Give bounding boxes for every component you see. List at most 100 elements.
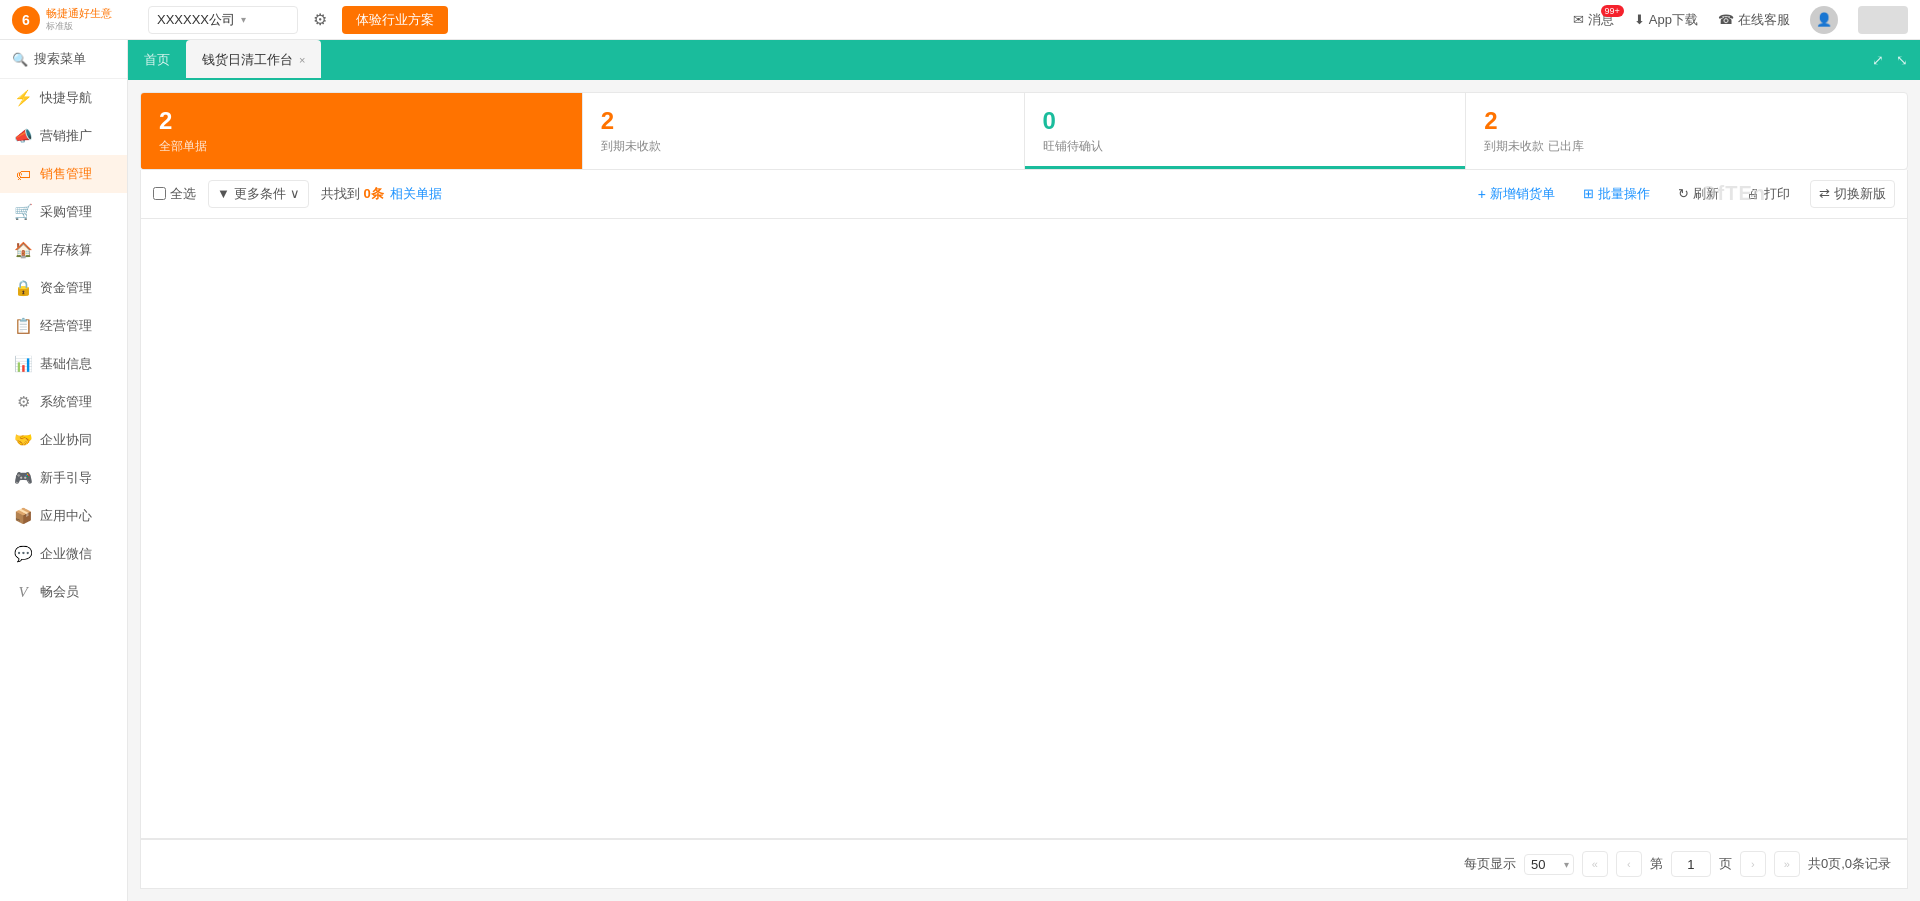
select-all-checkbox[interactable]: 全选 (153, 185, 196, 203)
page-input[interactable] (1671, 851, 1711, 877)
marketing-icon: 📣 (14, 127, 32, 145)
sidebar-item-system[interactable]: ⚙ 系统管理 (0, 383, 127, 421)
batch-icon: ⊞ (1583, 186, 1594, 201)
sidebar-item-label: 基础信息 (40, 355, 92, 373)
page-suffix: 页 (1719, 855, 1732, 873)
sidebar-item-label: 新手引导 (40, 469, 92, 487)
select-all-label: 全选 (170, 185, 196, 203)
settings-button[interactable]: ⚙ (306, 6, 334, 34)
add-sale-button[interactable]: + 新增销货单 (1470, 181, 1563, 207)
tab-home[interactable]: 首页 (128, 40, 186, 80)
inventory-icon: 🏠 (14, 241, 32, 259)
chevron-icon: ∨ (290, 186, 300, 201)
print-button[interactable]: 🖨 打印 (1739, 181, 1798, 207)
print-label: 打印 (1764, 185, 1790, 203)
sidebar-search[interactable]: 🔍 搜索菜单 (0, 40, 127, 79)
sidebar-item-weixin[interactable]: 💬 企业微信 (0, 535, 127, 573)
switch-icon: ⇄ (1819, 186, 1830, 201)
stat-card-all[interactable]: 2 全部单据 (141, 93, 583, 169)
sidebar-item-inventory[interactable]: 🏠 库存核算 (0, 231, 127, 269)
tab-home-label: 首页 (144, 51, 170, 69)
sidebar-item-quick-nav[interactable]: ⚡ 快捷导航 (0, 79, 127, 117)
refresh-button[interactable]: ↻ 刷新 (1670, 181, 1727, 207)
avatar[interactable]: 👤 (1810, 6, 1838, 34)
sidebar-item-sales[interactable]: 🏷 销售管理 (0, 155, 127, 193)
stat-card-overdue[interactable]: 2 到期未收款 (583, 93, 1025, 169)
sidebar-search-label: 搜索菜单 (34, 50, 86, 68)
toolbar: 全选 ▼ 更多条件 ∨ 共找到 0条 相关单据 + 新增销货单 (140, 170, 1908, 219)
sidebar-item-label: 采购管理 (40, 203, 92, 221)
sidebar-item-label: 快捷导航 (40, 89, 92, 107)
company-selector[interactable]: XXXXXX公司 ▾ (148, 6, 298, 34)
sales-icon: 🏷 (14, 166, 32, 183)
sidebar-item-basic-info[interactable]: 📊 基础信息 (0, 345, 127, 383)
beginner-icon: 🎮 (14, 469, 32, 487)
filter-button[interactable]: ▼ 更多条件 ∨ (208, 180, 309, 208)
switch-version-button[interactable]: ⇄ 切换新版 (1810, 180, 1895, 208)
found-text: 共找到 0条 (321, 185, 384, 203)
sidebar-item-enterprise[interactable]: 🤝 企业协同 (0, 421, 127, 459)
switch-btn-label: 切换新版 (1834, 185, 1886, 203)
basic-info-icon: 📊 (14, 355, 32, 373)
page-size-select[interactable]: 50 10 20 100 (1524, 854, 1574, 875)
sidebar-item-label: 系统管理 (40, 393, 92, 411)
sidebar-item-label: 库存核算 (40, 241, 92, 259)
sidebar-item-app-center[interactable]: 📦 应用中心 (0, 497, 127, 535)
experience-button[interactable]: 体验行业方案 (342, 6, 448, 34)
online-service-label: 在线客服 (1738, 11, 1790, 29)
quick-nav-icon: ⚡ (14, 89, 32, 107)
message-icon: ✉ (1573, 12, 1584, 27)
logo-text-area: 畅捷通好生意 标准版 (46, 6, 112, 33)
last-page-button[interactable]: » (1774, 851, 1800, 877)
sidebar-item-member[interactable]: V 畅会员 (0, 573, 127, 611)
purchase-icon: 🛒 (14, 203, 32, 221)
page-content: 2 全部单据 2 到期未收款 0 旺铺待确认 2 到期未收款 已出库 (128, 80, 1920, 901)
tab-close-icon[interactable]: × (299, 54, 305, 66)
sidebar-item-marketing[interactable]: 📣 营销推广 (0, 117, 127, 155)
online-service-button[interactable]: ☎ 在线客服 (1718, 11, 1790, 29)
plus-icon: + (1478, 186, 1486, 202)
funds-icon: 🔒 (14, 279, 32, 297)
stats-row: 2 全部单据 2 到期未收款 0 旺铺待确认 2 到期未收款 已出库 (140, 92, 1908, 170)
messages-button[interactable]: ✉ 消息 99+ (1573, 11, 1614, 29)
sidebar-item-label: 应用中心 (40, 507, 92, 525)
search-icon: 🔍 (12, 52, 28, 67)
page-size-wrapper: 50 10 20 100 (1524, 854, 1574, 875)
messages-badge: 99+ (1601, 5, 1624, 17)
restore-icon[interactable]: ⤢ (1868, 48, 1888, 72)
sidebar-item-purchase[interactable]: 🛒 采购管理 (0, 193, 127, 231)
per-page-label: 每页显示 (1464, 855, 1516, 873)
sidebar-item-operations[interactable]: 📋 经营管理 (0, 307, 127, 345)
maximize-icon[interactable]: ⤡ (1892, 48, 1912, 72)
logo-badge: 标准版 (46, 20, 112, 33)
content-area: 首页 钱货日清工作台 × ⤢ ⤡ 2 全部单据 2 (128, 40, 1920, 901)
member-icon: V (14, 584, 32, 601)
next-page-button[interactable]: › (1740, 851, 1766, 877)
refresh-icon: ↻ (1678, 186, 1689, 201)
avatar-icon: 👤 (1816, 12, 1832, 27)
batch-operation-button[interactable]: ⊞ 批量操作 (1575, 181, 1658, 207)
sidebar-item-funds[interactable]: 🔒 资金管理 (0, 269, 127, 307)
sidebar-item-label: 经营管理 (40, 317, 92, 335)
first-page-button[interactable]: « (1582, 851, 1608, 877)
logo-icon: 6 (12, 6, 40, 34)
weixin-icon: 💬 (14, 545, 32, 563)
nav-tabs: 首页 钱货日清工作台 × ⤢ ⤡ (128, 40, 1920, 80)
print-icon: 🖨 (1747, 186, 1760, 201)
sidebar-item-label: 营销推广 (40, 127, 92, 145)
page-label: 第 (1650, 855, 1663, 873)
sidebar-item-label: 企业协同 (40, 431, 92, 449)
prev-page-button[interactable]: ‹ (1616, 851, 1642, 877)
tab-active[interactable]: 钱货日清工作台 × (186, 40, 321, 80)
operations-icon: 📋 (14, 317, 32, 335)
sidebar-item-beginner[interactable]: 🎮 新手引导 (0, 459, 127, 497)
stat-card-shipped[interactable]: 2 到期未收款 已出库 (1466, 93, 1907, 169)
stat-card-wangpu[interactable]: 0 旺铺待确认 (1025, 93, 1467, 169)
refresh-label: 刷新 (1693, 185, 1719, 203)
chevron-down-icon: ▾ (241, 14, 246, 25)
select-all-input[interactable] (153, 187, 166, 200)
app-download-button[interactable]: ⬇ App下载 (1634, 11, 1698, 29)
toolbar-actions: + 新增销货单 ⊞ 批量操作 ↻ 刷新 🖨 打印 (1470, 180, 1895, 208)
logo-text: 畅捷通好生意 (46, 6, 112, 20)
related-link[interactable]: 相关单据 (390, 185, 442, 203)
